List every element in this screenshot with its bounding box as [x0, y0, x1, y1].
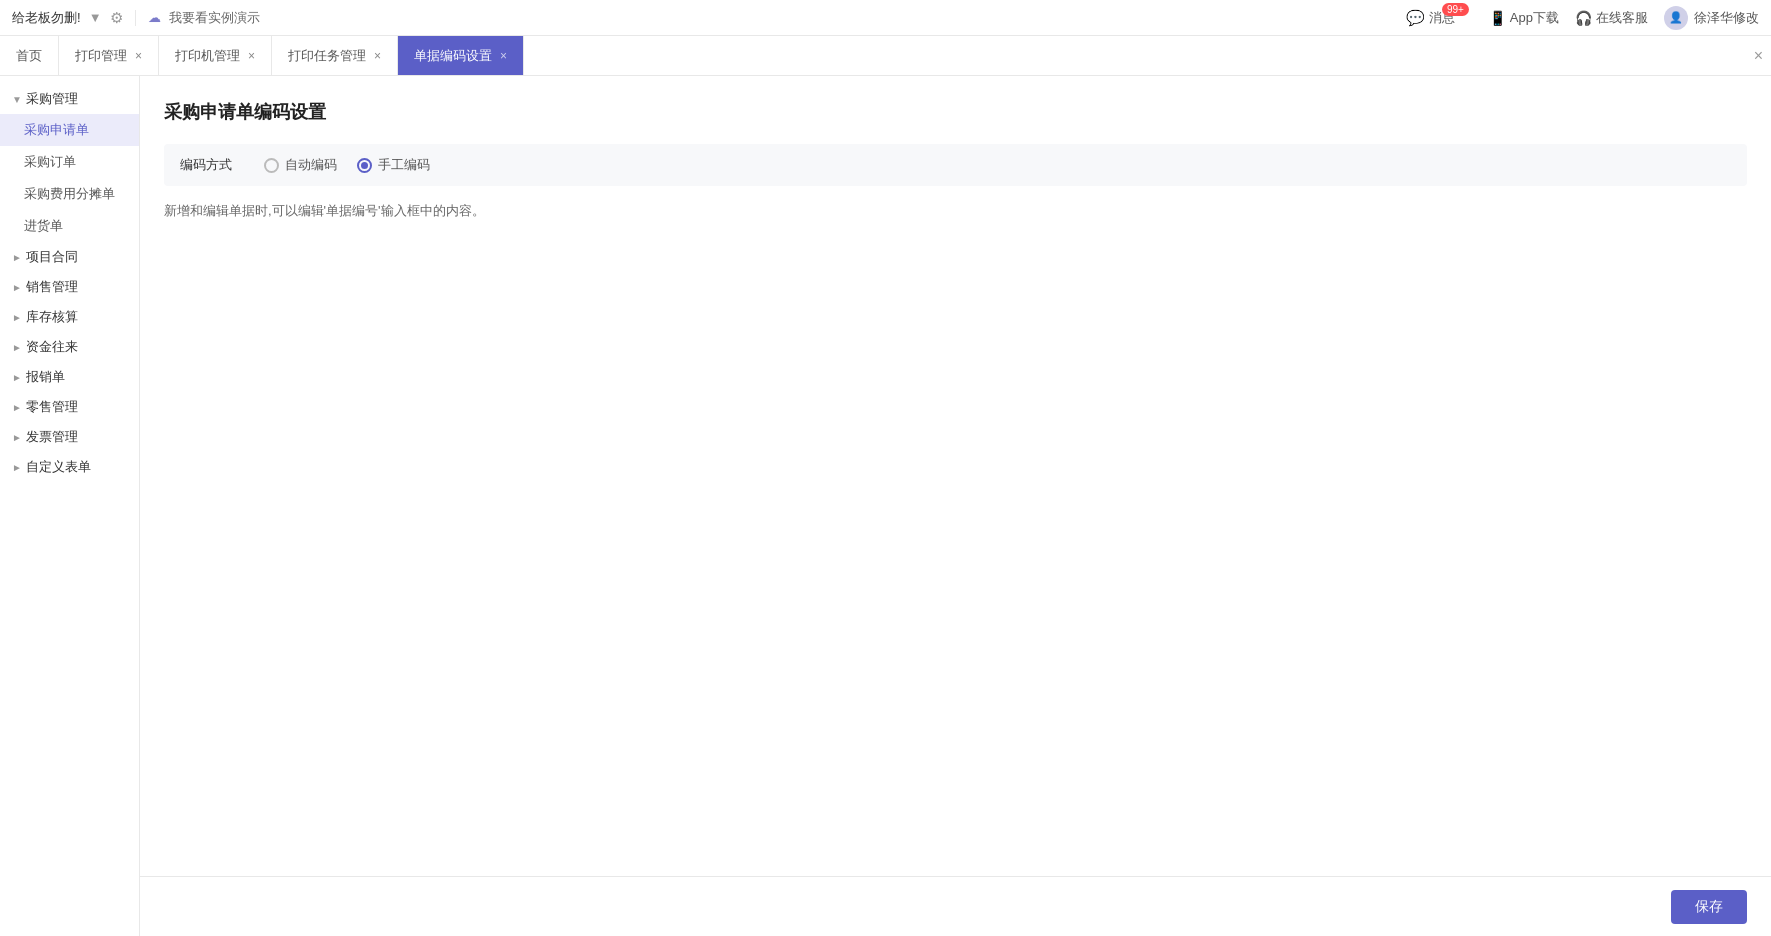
page-title: 采购申请单编码设置 [164, 100, 1747, 124]
online-service-label: 在线客服 [1596, 9, 1648, 27]
app-download-btn[interactable]: 📱 App下载 [1489, 9, 1559, 27]
hint-text: 新增和编辑单据时,可以编辑'单据编号'输入框中的内容。 [164, 202, 1747, 220]
save-button[interactable]: 保存 [1671, 890, 1747, 924]
radio-group-encoding: 自动编码 手工编码 [264, 156, 430, 174]
top-bar: 给老板勿删! ▼ ⚙ ☁ 我要看实例演示 💬 消息 99+ 📱 App下载 🎧 … [0, 0, 1771, 36]
chevron-right-icon-3: ► [12, 312, 22, 323]
sidebar: ▼ 采购管理 采购申请单 采购订单 采购费用分摊单 进货单 ► 项目合同 ► 销… [0, 76, 140, 936]
sidebar-group-returns[interactable]: ► 报销单 [0, 362, 139, 392]
tab-barcode-setting-close[interactable]: × [500, 49, 507, 63]
tab-printer-mgmt-label: 打印机管理 [175, 47, 240, 65]
tab-barcode-setting-label: 单据编码设置 [414, 47, 492, 65]
sidebar-group-custom-forms-label: 自定义表单 [26, 458, 91, 476]
app-download-label: App下载 [1510, 9, 1559, 27]
tab-print-task-mgmt-close[interactable]: × [374, 49, 381, 63]
sidebar-group-returns-label: 报销单 [26, 368, 65, 386]
tabs-bar: 首页 打印管理 × 打印机管理 × 打印任务管理 × 单据编码设置 × × [0, 36, 1771, 76]
message-icon: 💬 [1406, 9, 1425, 27]
sidebar-group-sales-mgmt[interactable]: ► 销售管理 [0, 272, 139, 302]
chevron-down-icon: ▼ [12, 94, 22, 105]
encoding-label: 编码方式 [180, 156, 240, 174]
phone-icon: 📱 [1489, 10, 1506, 26]
sidebar-item-purchase-order-label: 采购订单 [24, 154, 76, 169]
chevron-right-icon-7: ► [12, 432, 22, 443]
chevron-right-icon-2: ► [12, 282, 22, 293]
settings-icon[interactable]: ⚙ [110, 9, 123, 27]
sidebar-item-purchase-expense[interactable]: 采购费用分摊单 [0, 178, 139, 210]
tab-home[interactable]: 首页 [0, 36, 59, 75]
sidebar-group-inventory-calc-label: 库存核算 [26, 308, 78, 326]
sidebar-item-purchase-request[interactable]: 采购申请单 [0, 114, 139, 146]
sidebar-group-retail-mgmt[interactable]: ► 零售管理 [0, 392, 139, 422]
chevron-right-icon-4: ► [12, 342, 22, 353]
tab-print-mgmt[interactable]: 打印管理 × [59, 36, 159, 75]
top-bar-right: 💬 消息 99+ 📱 App下载 🎧 在线客服 👤 徐泽华修改 [1406, 6, 1759, 30]
auto-encode-label: 自动编码 [285, 156, 337, 174]
chevron-right-icon-8: ► [12, 462, 22, 473]
content-footer: 保存 [140, 876, 1771, 936]
username: 徐泽华修改 [1694, 9, 1759, 27]
tab-home-label: 首页 [16, 47, 42, 65]
tab-print-mgmt-close[interactable]: × [135, 49, 142, 63]
sidebar-item-purchase-expense-label: 采购费用分摊单 [24, 186, 115, 201]
sidebar-group-inventory-calc[interactable]: ► 库存核算 [0, 302, 139, 332]
sidebar-item-purchase-request-label: 采购申请单 [24, 122, 89, 137]
tabs-spacer [524, 36, 1746, 75]
tab-barcode-setting[interactable]: 单据编码设置 × [398, 36, 524, 75]
sidebar-item-goods-receipt-label: 进货单 [24, 218, 63, 233]
chevron-right-icon: ► [12, 252, 22, 263]
headset-icon: 🎧 [1575, 10, 1592, 26]
sidebar-group-invoice-mgmt-label: 发票管理 [26, 428, 78, 446]
manual-encode-label: 手工编码 [378, 156, 430, 174]
avatar: 👤 [1664, 6, 1688, 30]
radio-manual-encode[interactable]: 手工编码 [357, 156, 430, 174]
online-service-btn[interactable]: 🎧 在线客服 [1575, 9, 1648, 27]
tab-printer-mgmt-close[interactable]: × [248, 49, 255, 63]
radio-auto-circle [264, 158, 279, 173]
tab-print-mgmt-label: 打印管理 [75, 47, 127, 65]
sidebar-group-funds-flow-label: 资金往来 [26, 338, 78, 356]
dropdown-icon[interactable]: ▼ [89, 10, 102, 25]
sidebar-group-custom-forms[interactable]: ► 自定义表单 [0, 452, 139, 482]
sidebar-group-invoice-mgmt[interactable]: ► 发票管理 [0, 422, 139, 452]
tab-print-task-mgmt[interactable]: 打印任务管理 × [272, 36, 398, 75]
brand-text: 给老板勿删! [12, 9, 81, 27]
message-badge: 99+ [1442, 3, 1469, 16]
message-btn[interactable]: 💬 消息 99+ [1406, 9, 1455, 27]
top-bar-left: 给老板勿删! ▼ ⚙ ☁ 我要看实例演示 [12, 9, 260, 27]
sidebar-group-funds-flow[interactable]: ► 资金往来 [0, 332, 139, 362]
radio-manual-circle [357, 158, 372, 173]
sidebar-group-project-contract-label: 项目合同 [26, 248, 78, 266]
sidebar-group-purchase-mgmt[interactable]: ▼ 采购管理 [0, 84, 139, 114]
cloud-icon: ☁ [148, 10, 161, 25]
sidebar-group-purchase-mgmt-label: 采购管理 [26, 90, 78, 108]
user-info[interactable]: 👤 徐泽华修改 [1664, 6, 1759, 30]
radio-auto-encode[interactable]: 自动编码 [264, 156, 337, 174]
sidebar-item-goods-receipt[interactable]: 进货单 [0, 210, 139, 242]
sidebar-item-purchase-order[interactable]: 采购订单 [0, 146, 139, 178]
main-layout: ▼ 采购管理 采购申请单 采购订单 采购费用分摊单 进货单 ► 项目合同 ► 销… [0, 76, 1771, 936]
content-area: 采购申请单编码设置 编码方式 自动编码 手工编码 新增和编辑单据时,可以编辑'单… [140, 76, 1771, 936]
chevron-right-icon-6: ► [12, 402, 22, 413]
sidebar-group-sales-mgmt-label: 销售管理 [26, 278, 78, 296]
sidebar-group-project-contract[interactable]: ► 项目合同 [0, 242, 139, 272]
close-all-tabs-btn[interactable]: × [1746, 36, 1771, 75]
chevron-right-icon-5: ► [12, 372, 22, 383]
search-text[interactable]: 我要看实例演示 [169, 9, 260, 27]
sidebar-group-retail-mgmt-label: 零售管理 [26, 398, 78, 416]
content-main: 采购申请单编码设置 编码方式 自动编码 手工编码 新增和编辑单据时,可以编辑'单… [140, 76, 1771, 936]
tab-printer-mgmt[interactable]: 打印机管理 × [159, 36, 272, 75]
encoding-row: 编码方式 自动编码 手工编码 [164, 144, 1747, 186]
tab-print-task-mgmt-label: 打印任务管理 [288, 47, 366, 65]
